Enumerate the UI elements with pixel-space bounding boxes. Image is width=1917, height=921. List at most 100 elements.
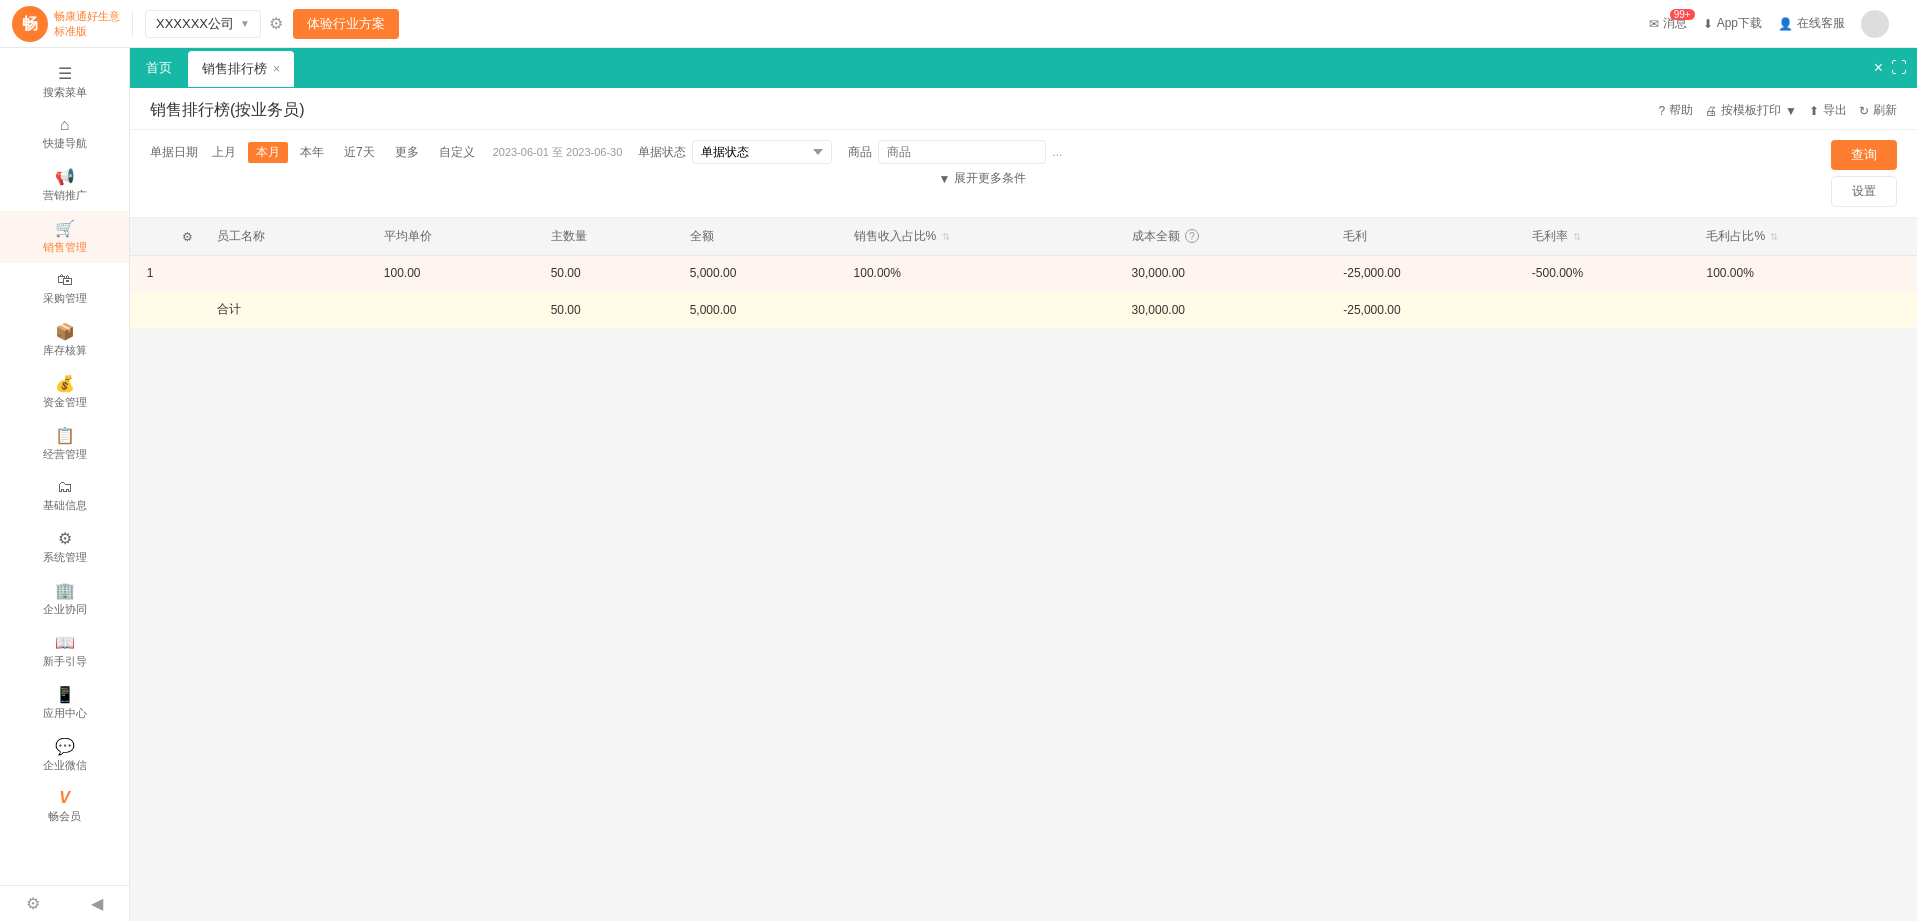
th-qty: 主数量 [539, 218, 678, 256]
sidebar-item-app-center[interactable]: 📱 应用中心 [0, 677, 129, 729]
th-gross-pct[interactable]: 毛利占比% ⇅ [1694, 218, 1917, 256]
footer-label: 合计 [205, 291, 372, 329]
online-service-button[interactable]: 👤 在线客服 [1778, 15, 1845, 32]
th-sales-pct[interactable]: 销售收入占比% ⇅ [842, 218, 1120, 256]
footer-empty2 [170, 291, 205, 329]
table-container: ⚙ 员工名称 平均单价 主数量 全额 销售收入占比% ⇅ 成本全额 ? 毛利 毛… [130, 218, 1917, 329]
sidebar-collapse-icon[interactable]: ◀ [91, 894, 103, 913]
sidebar-item-label: 搜索菜单 [43, 85, 87, 100]
th-settings[interactable]: ⚙ [170, 218, 205, 256]
table-footer-row: 合计 50.00 5,000.00 30,000.00 -25,000.00 [130, 291, 1917, 329]
sidebar-item-enterprise[interactable]: 🏢 企业协同 [0, 573, 129, 625]
rank-cell: 1 [130, 256, 170, 291]
date-tab-last-7-days[interactable]: 近7天 [336, 142, 383, 163]
tab-label: 销售排行榜 [202, 60, 267, 78]
sidebar-item-search-orders[interactable]: ☰ 搜索菜单 [0, 56, 129, 108]
table-row: 1 100.00 50.00 5,000.00 100.00% 30,000.0… [130, 256, 1917, 291]
sidebar-item-label: 企业微信 [43, 758, 87, 773]
sidebar-item-label: 企业协同 [43, 602, 87, 617]
message-button[interactable]: ✉ 消息 99+ [1649, 15, 1687, 32]
th-gross: 毛利 [1331, 218, 1520, 256]
cost-cell: 30,000.00 [1120, 256, 1332, 291]
date-tab-last-month[interactable]: 上月 [204, 142, 244, 163]
sidebar-item-label: 系统管理 [43, 550, 87, 565]
sidebar-item-beginner[interactable]: 📖 新手引导 [0, 625, 129, 677]
sidebar-item-sales-mgmt[interactable]: 🛒 销售管理 [0, 211, 129, 263]
trial-button[interactable]: 体验行业方案 [293, 9, 399, 39]
member-icon: V [59, 789, 70, 807]
window-expand-icon[interactable]: ⛶ [1891, 59, 1907, 77]
tab-home[interactable]: 首页 [130, 48, 188, 88]
employee-cell [205, 256, 372, 291]
marketing-icon: 📢 [55, 167, 75, 186]
settings-button[interactable]: 设置 [1831, 176, 1897, 207]
sidebar-item-operations[interactable]: 📋 经营管理 [0, 418, 129, 470]
sidebar-item-label: 畅会员 [48, 809, 81, 824]
status-select[interactable]: 单据状态 [692, 140, 832, 164]
help-button[interactable]: ? 帮助 [1658, 102, 1693, 119]
refresh-button[interactable]: ↻ 刷新 [1859, 102, 1897, 119]
sidebar-item-wechat[interactable]: 💬 企业微信 [0, 729, 129, 781]
company-selector[interactable]: XXXXXX公司 ▼ [145, 10, 261, 38]
status-filter: 单据状态 单据状态 [638, 140, 832, 164]
company-name: XXXXXX公司 [156, 15, 234, 33]
footer-qty: 50.00 [539, 291, 678, 329]
th-employee: 员工名称 [205, 218, 372, 256]
sidebar-bottom: ⚙ ◀ [0, 885, 129, 921]
search-button[interactable]: 查询 [1831, 140, 1897, 170]
footer-amount: 5,000.00 [678, 291, 842, 329]
footer-gross: -25,000.00 [1331, 291, 1520, 329]
tab-close-icon[interactable]: × [273, 62, 280, 76]
sidebar-item-purchase-mgmt[interactable]: 🛍 采购管理 [0, 263, 129, 314]
avatar[interactable] [1861, 10, 1889, 38]
gross-cell: -25,000.00 [1331, 256, 1520, 291]
goods-input[interactable] [878, 140, 1046, 164]
sidebar-item-label: 快捷导航 [43, 136, 87, 151]
goods-filter: 商品 ... [848, 140, 1062, 164]
sidebar-item-quick-nav[interactable]: ⌂ 快捷导航 [0, 108, 129, 159]
info-icon[interactable]: ? [1185, 229, 1199, 243]
date-tab-this-month[interactable]: 本月 [248, 142, 288, 163]
sort-icon: ⇅ [1573, 231, 1581, 242]
app-download-button[interactable]: ⬇ App下载 [1703, 15, 1762, 32]
window-close-icon[interactable]: × [1874, 59, 1883, 77]
goods-label: 商品 [848, 144, 872, 161]
sidebar-item-member[interactable]: V 畅会员 [0, 781, 129, 832]
amount-cell: 5,000.00 [678, 256, 842, 291]
footer-sales-pct [842, 291, 1120, 329]
settings-icon[interactable]: ⚙ [269, 14, 283, 33]
chevron-down-icon: ▼ [240, 18, 250, 29]
th-cost: 成本全额 ? [1120, 218, 1332, 256]
template-print-arrow: ▼ [1785, 104, 1797, 118]
tab-sales-ranking[interactable]: 销售排行榜 × [188, 51, 294, 87]
enterprise-icon: 🏢 [55, 581, 75, 600]
template-print-button[interactable]: 🖨 按模板打印 ▼ [1705, 102, 1797, 119]
logo-text: 畅康通好生意 标准版 [54, 9, 120, 38]
sidebar-item-finance[interactable]: 💰 资金管理 [0, 366, 129, 418]
expand-conditions-button[interactable]: ▼ 展开更多条件 [150, 164, 1815, 189]
sidebar-item-inventory[interactable]: 📦 库存核算 [0, 314, 129, 366]
th-gross-rate[interactable]: 毛利率 ⇅ [1520, 218, 1695, 256]
help-label: 帮助 [1669, 102, 1693, 119]
row-settings-cell [170, 256, 205, 291]
sidebar-item-label: 经营管理 [43, 447, 87, 462]
more-fields-button[interactable]: ... [1052, 145, 1062, 159]
message-badge: 99+ [1670, 9, 1695, 20]
tab-bar: 首页 销售排行榜 × × ⛶ [130, 48, 1917, 88]
app-download-label: App下载 [1717, 15, 1762, 32]
inventory-icon: 📦 [55, 322, 75, 341]
date-tab-this-year[interactable]: 本年 [292, 142, 332, 163]
sidebar-item-basic-info[interactable]: 🗂 基础信息 [0, 470, 129, 521]
date-tab-custom[interactable]: 自定义 [431, 142, 483, 163]
logo: 畅 畅康通好生意 标准版 [12, 6, 120, 42]
export-button[interactable]: ⬆ 导出 [1809, 102, 1847, 119]
sales-icon: 🛒 [55, 219, 75, 238]
service-icon: 👤 [1778, 17, 1793, 31]
date-tab-more[interactable]: 更多 [387, 142, 427, 163]
sales-pct-cell: 100.00% [842, 256, 1120, 291]
sidebar-item-system-mgmt[interactable]: ⚙ 系统管理 [0, 521, 129, 573]
sidebar-settings-icon[interactable]: ⚙ [26, 894, 40, 913]
home-icon: ⌂ [60, 116, 70, 134]
sidebar-item-marketing[interactable]: 📢 营销推广 [0, 159, 129, 211]
print-icon: 🖨 [1705, 104, 1717, 118]
